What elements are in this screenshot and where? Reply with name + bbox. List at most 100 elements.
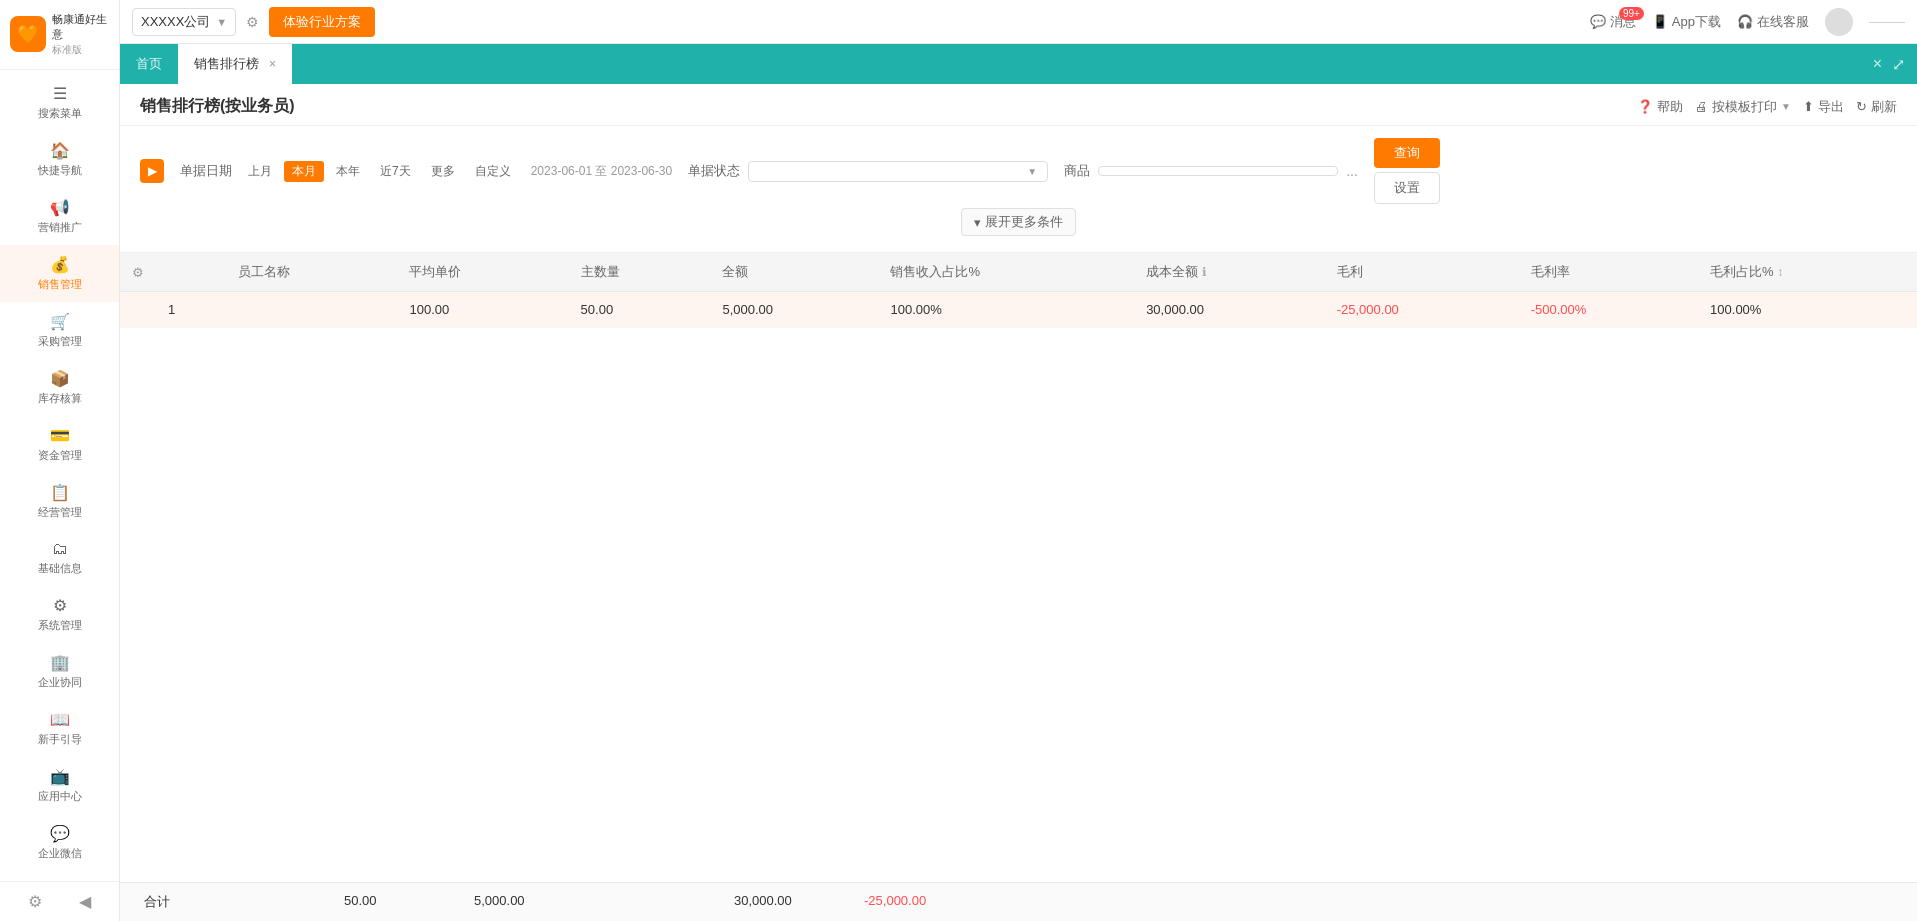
footer-label-cell: 合计 — [132, 893, 332, 911]
sidebar-label-marketing: 营销推广 — [38, 220, 82, 235]
sidebar-label-wechat: 企业微信 — [38, 846, 82, 861]
footer-amount: 5,000.00 — [462, 893, 592, 911]
cell-main-qty: 50.00 — [569, 292, 711, 328]
message-button[interactable]: 💬 消息 99+ — [1590, 13, 1636, 31]
sidebar-nav: ☰ 搜索菜单 🏠 快捷导航 📢 营销推广 💰 销售管理 🛒 采购管理 📦 库存核… — [0, 70, 119, 881]
sidebar-item-system[interactable]: ⚙ 系统管理 — [0, 586, 119, 643]
help-button[interactable]: ❓ 帮助 — [1637, 98, 1683, 116]
status-filter: 单据状态 ▼ — [688, 161, 1048, 182]
cell-cost: 30,000.00 — [1134, 292, 1325, 328]
col-gross-rate: 毛利率 — [1519, 253, 1698, 292]
tab-maximize-icon[interactable]: ⤢ — [1892, 55, 1905, 74]
settings-bottom-icon[interactable]: ⚙ — [28, 892, 42, 911]
export-button[interactable]: ⬆ 导出 — [1803, 98, 1844, 116]
col-cost: 成本全额 ℹ — [1134, 253, 1325, 292]
tab-minimize-icon[interactable]: × — [1873, 55, 1882, 73]
sidebar-item-enterprise[interactable]: 🏢 企业协同 — [0, 643, 119, 700]
date-tab-more[interactable]: 更多 — [423, 161, 463, 182]
refresh-button[interactable]: ↻ 刷新 — [1856, 98, 1897, 116]
cell-rank: 1 — [156, 292, 226, 328]
sidebar-item-sales[interactable]: 💰 销售管理 — [0, 245, 119, 302]
tab-home[interactable]: 首页 — [120, 44, 178, 84]
col-sales-pct: 销售收入占比% — [878, 253, 1134, 292]
goods-input[interactable] — [1098, 166, 1338, 176]
settings-icon[interactable]: ⚙ — [246, 14, 259, 30]
sidebar-item-purchase[interactable]: 🛒 采购管理 — [0, 302, 119, 359]
enterprise-icon: 🏢 — [50, 653, 70, 672]
gross-pct-icon: ↕ — [1777, 265, 1783, 279]
marketing-icon: 📢 — [50, 198, 70, 217]
expand-label: 展开更多条件 — [985, 213, 1063, 231]
sidebar-label-operations: 经营管理 — [38, 505, 82, 520]
date-tab-this-year[interactable]: 本年 — [328, 161, 368, 182]
filter-toggle-arrow[interactable]: ▶ — [140, 159, 164, 183]
online-service-button[interactable]: 🎧 在线客服 — [1737, 13, 1809, 31]
sidebar-item-member[interactable]: V 畅会员 — [0, 871, 119, 881]
logo-area: 🧡 畅康通好生意 标准版 — [0, 0, 119, 70]
query-button[interactable]: 查询 — [1374, 138, 1440, 168]
footer-gross: -25,000.00 — [852, 893, 982, 911]
avatar[interactable] — [1825, 8, 1853, 36]
sidebar-label-inventory: 库存核算 — [38, 391, 82, 406]
collapse-icon[interactable]: ◀ — [79, 892, 91, 911]
col-main-qty: 主数量 — [569, 253, 711, 292]
tab-sales-ranking[interactable]: 销售排行榜 × — [178, 44, 292, 84]
date-range-display: 2023-06-01 至 2023-06-30 — [531, 163, 672, 180]
sidebar-item-wechat[interactable]: 💬 企业微信 — [0, 814, 119, 871]
finance-icon: 💳 — [50, 426, 70, 445]
expand-button[interactable]: ▾ 展开更多条件 — [961, 208, 1076, 236]
date-tab-this-month[interactable]: 本月 — [284, 161, 324, 182]
status-label: 单据状态 — [688, 162, 740, 180]
search-order-icon: ☰ — [53, 84, 67, 103]
active-tab-label: 销售排行榜 — [194, 55, 259, 73]
app-download-button[interactable]: 📱 App下载 — [1652, 13, 1721, 31]
sidebar-item-marketing[interactable]: 📢 营销推广 — [0, 188, 119, 245]
goods-filter: 商品 ... — [1064, 162, 1358, 180]
date-tabs: 上月 本月 本年 近7天 更多 自定义 — [240, 161, 519, 182]
sidebar-label-finance: 资金管理 — [38, 448, 82, 463]
date-tab-custom[interactable]: 自定义 — [467, 161, 519, 182]
page-header: 销售排行榜(按业务员) ❓ 帮助 🖨 按模板打印 ▼ ⬆ 导出 ↻ 刷新 — [120, 84, 1917, 126]
sidebar-item-search-order[interactable]: ☰ 搜索菜单 — [0, 74, 119, 131]
goods-more-icon[interactable]: ... — [1346, 163, 1358, 179]
footer-cost: 30,000.00 — [722, 893, 852, 911]
date-tab-7days[interactable]: 近7天 — [372, 161, 419, 182]
sidebar-item-guide[interactable]: 📖 新手引导 — [0, 700, 119, 757]
cell-amount: 5,000.00 — [710, 292, 878, 328]
online-service-label: 在线客服 — [1757, 13, 1809, 31]
date-filter: 单据日期 上月 本月 本年 近7天 更多 自定义 2023-06-01 至 20… — [180, 161, 672, 182]
col-avg-price: 平均单价 — [397, 253, 568, 292]
trial-button[interactable]: 体验行业方案 — [269, 7, 375, 37]
settings-button[interactable]: 设置 — [1374, 172, 1440, 204]
print-button[interactable]: 🖨 按模板打印 ▼ — [1695, 98, 1791, 116]
company-selector[interactable]: XXXXX公司 ▼ — [132, 8, 236, 36]
cell-avg-price: 100.00 — [397, 292, 568, 328]
tab-close-icon[interactable]: × — [269, 57, 276, 71]
sidebar-item-operations[interactable]: 📋 经营管理 — [0, 473, 119, 530]
table-body: 1 100.00 50.00 5,000.00 100.00% 30,000.0… — [120, 292, 1917, 328]
page-title: 销售排行榜(按业务员) — [140, 96, 295, 117]
user-name: ——— — [1869, 15, 1905, 29]
sidebar-label-guide: 新手引导 — [38, 732, 82, 747]
col-settings[interactable]: ⚙ — [120, 253, 156, 292]
col-settings-icon: ⚙ — [132, 265, 144, 280]
cell-gross: -25,000.00 — [1325, 292, 1519, 328]
purchase-icon: 🛒 — [50, 312, 70, 331]
home-tab-label: 首页 — [136, 55, 162, 73]
sidebar-item-basic-info[interactable]: 🗂 基础信息 — [0, 530, 119, 586]
date-tab-last-month[interactable]: 上月 — [240, 161, 280, 182]
sidebar: 🧡 畅康通好生意 标准版 ☰ 搜索菜单 🏠 快捷导航 📢 营销推广 💰 销售管理… — [0, 0, 120, 921]
sidebar-label-basic: 基础信息 — [38, 561, 82, 576]
action-buttons: 查询 设置 — [1374, 138, 1440, 204]
sidebar-item-inventory[interactable]: 📦 库存核算 — [0, 359, 119, 416]
status-chevron-icon: ▼ — [1027, 166, 1037, 177]
sidebar-item-app-center[interactable]: 📺 应用中心 — [0, 757, 119, 814]
col-employee: 员工名称 — [226, 253, 397, 292]
status-select[interactable]: ▼ — [748, 161, 1048, 182]
content-area: 销售排行榜(按业务员) ❓ 帮助 🖨 按模板打印 ▼ ⬆ 导出 ↻ 刷新 — [120, 84, 1917, 921]
tab-bar-actions: × ⤢ — [1873, 55, 1917, 74]
sidebar-item-quick-nav[interactable]: 🏠 快捷导航 — [0, 131, 119, 188]
guide-icon: 📖 — [50, 710, 70, 729]
sidebar-item-finance[interactable]: 💳 资金管理 — [0, 416, 119, 473]
expand-row: ▾ 展开更多条件 — [140, 204, 1897, 240]
